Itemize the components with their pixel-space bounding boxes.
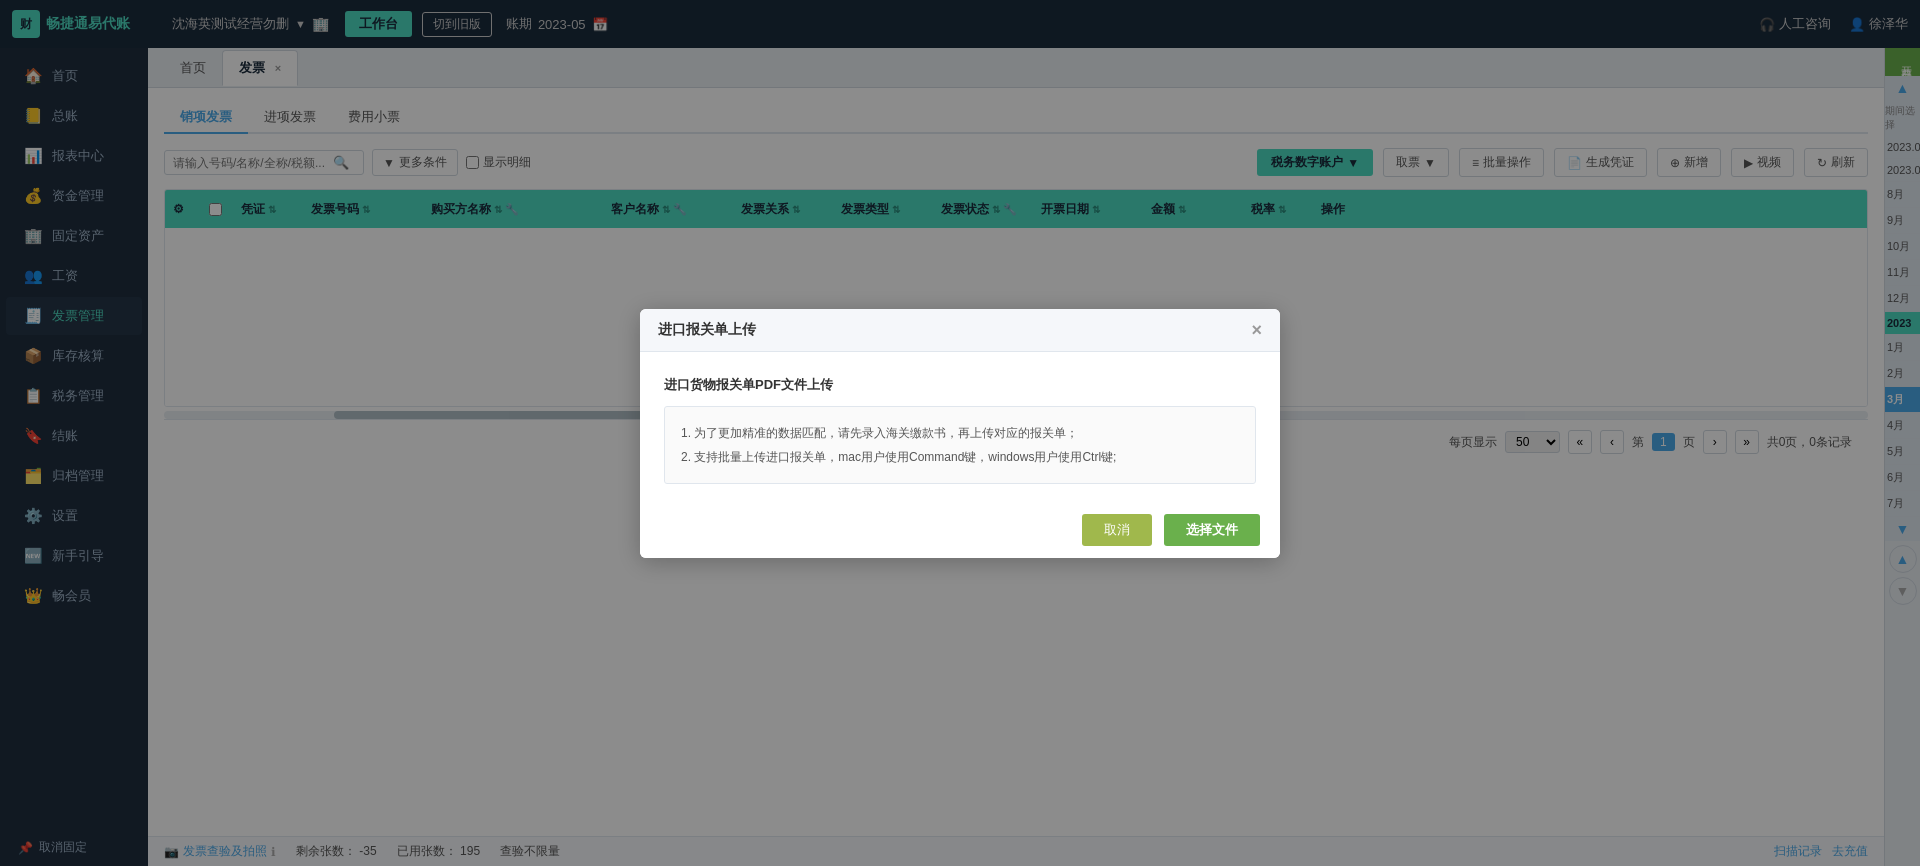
dialog-footer: 取消 选择文件 — [640, 502, 1280, 558]
dialog-instruction-1: 1. 为了更加精准的数据匹配，请先录入海关缴款书，再上传对应的报关单； — [681, 421, 1239, 445]
import-customs-dialog: 进口报关单上传 × 进口货物报关单PDF文件上传 1. 为了更加精准的数据匹配，… — [640, 309, 1280, 558]
dialog-instruction-2: 2. 支持批量上传进口报关单，mac用户使用Command键，windows用户… — [681, 445, 1239, 469]
dialog-overlay: 进口报关单上传 × 进口货物报关单PDF文件上传 1. 为了更加精准的数据匹配，… — [0, 0, 1920, 866]
dialog-title: 进口报关单上传 — [658, 321, 756, 339]
dialog-header: 进口报关单上传 × — [640, 309, 1280, 352]
cancel-button[interactable]: 取消 — [1082, 514, 1152, 546]
dialog-section-title: 进口货物报关单PDF文件上传 — [664, 376, 1256, 394]
dialog-info-box: 1. 为了更加精准的数据匹配，请先录入海关缴款书，再上传对应的报关单； 2. 支… — [664, 406, 1256, 484]
dialog-body: 进口货物报关单PDF文件上传 1. 为了更加精准的数据匹配，请先录入海关缴款书，… — [640, 352, 1280, 502]
dialog-close-button[interactable]: × — [1251, 321, 1262, 339]
select-file-button[interactable]: 选择文件 — [1164, 514, 1260, 546]
